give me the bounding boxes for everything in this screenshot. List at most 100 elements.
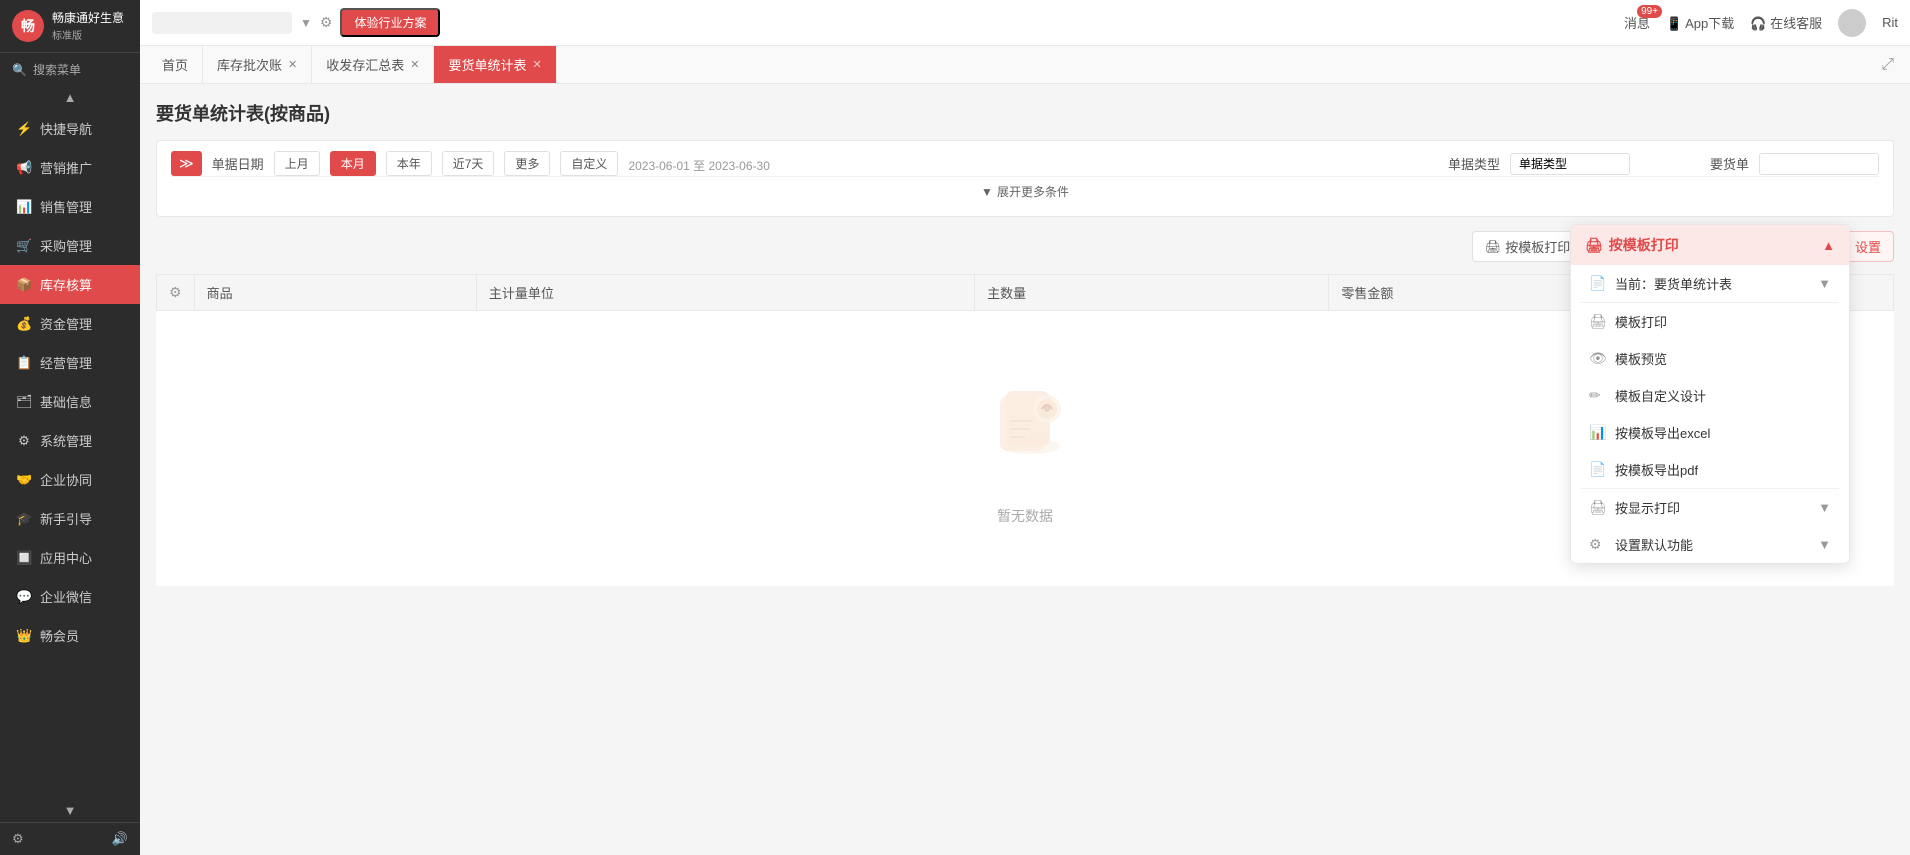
dropdown-item-current[interactable]: 📄 当前：要货单统计表 ▼ [1571, 265, 1849, 302]
tab-resize-btn[interactable]: ⤢ [1873, 52, 1902, 78]
tab-home[interactable]: 首页 [148, 46, 203, 83]
dropdown-title-icon: 🖨 [1585, 237, 1603, 254]
empty-text: 暂无数据 [997, 506, 1053, 526]
scroll-down-btn[interactable]: ▼ [0, 799, 140, 822]
dropdown-item-template-print[interactable]: 🖨 模板打印 [1571, 303, 1849, 340]
topbar-chevron-icon[interactable]: ▼ [300, 16, 312, 30]
tab-demand-stats-close[interactable]: ✕ [533, 58, 542, 71]
sidebar-item-label: 系统管理 [40, 431, 92, 450]
sidebar-item-newbie[interactable]: 🎓 新手引导 [0, 499, 140, 538]
page-title: 要货单统计表(按商品) [156, 100, 1894, 126]
sidebar-item-operations[interactable]: 📋 经营管理 [0, 343, 140, 382]
settings-footer-icon[interactable]: ⚙ [12, 831, 24, 847]
dropdown-item-template-design-label: 模板自定义设计 [1615, 386, 1706, 405]
weixin-icon: 💬 [16, 589, 32, 605]
sidebar-item-weixin[interactable]: 💬 企业微信 [0, 577, 140, 616]
dropdown-close-arrow[interactable]: ▲ [1822, 238, 1835, 253]
sidebar: 畅 畅康通好生意 标准版 🔍 搜索菜单 ▲ ⚡ 快捷导航 📢 营销推广 📊 销售… [0, 0, 140, 855]
dropdown-item-template-preview[interactable]: 👁 模板预览 [1571, 340, 1849, 377]
template-preview-icon: 👁 [1589, 350, 1605, 367]
sidebar-item-quick-nav[interactable]: ⚡ 快捷导航 [0, 109, 140, 148]
sidebar-item-label: 应用中心 [40, 548, 92, 567]
template-design-icon: ✏ [1589, 387, 1605, 404]
dropdown-item-template-design[interactable]: ✏ 模板自定义设计 [1571, 377, 1849, 414]
search-icon: 🔍 [12, 63, 27, 77]
dropdown-item-set-default[interactable]: ⚙ 设置默认功能 ▼ [1571, 526, 1849, 563]
export-pdf-icon: 📄 [1589, 461, 1605, 478]
marketing-icon: 📢 [16, 160, 32, 176]
online-service-btn[interactable]: 🎧 在线客服 [1750, 13, 1822, 32]
username-label: Rit [1882, 15, 1898, 30]
sidebar-item-label: 采购管理 [40, 236, 92, 255]
tab-inventory-batch[interactable]: 库存批次账 ✕ [203, 46, 312, 83]
dropdown-item-current-label: 当前：要货单统计表 [1615, 274, 1732, 293]
tab-demand-stats[interactable]: 要货单统计表 ✕ [434, 46, 556, 83]
app-download-btn[interactable]: 📱 App下载 [1666, 13, 1734, 32]
type-filter-select[interactable]: 单据类型 [1510, 153, 1630, 175]
display-print-expand-icon[interactable]: ▼ [1818, 500, 1831, 515]
sidebar-item-label: 资金管理 [40, 314, 92, 333]
inventory-icon: 📦 [16, 277, 32, 293]
tab-inventory-batch-label: 库存批次账 [217, 55, 282, 74]
tab-home-label: 首页 [162, 55, 188, 74]
tab-demand-stats-label: 要货单统计表 [448, 55, 526, 74]
sidebar-item-label: 新手引导 [40, 509, 92, 528]
demand-type-select[interactable] [1759, 153, 1879, 175]
tab-collection-summary-close[interactable]: ✕ [410, 58, 419, 71]
date-btn-more[interactable]: 更多 [504, 151, 550, 176]
dropdown-item-export-excel-label: 按模板导出excel [1615, 423, 1710, 442]
sidebar-item-basic[interactable]: 🗂 基础信息 [0, 382, 140, 421]
sidebar-item-label: 快捷导航 [40, 119, 92, 138]
tab-inventory-batch-close[interactable]: ✕ [288, 58, 297, 71]
sidebar-search[interactable]: 🔍 搜索菜单 [0, 53, 140, 86]
dropdown-item-export-pdf-label: 按模板导出pdf [1615, 460, 1698, 479]
table-header-unit: 主计量单位 [476, 275, 974, 311]
sidebar-logo: 畅 畅康通好生意 标准版 [0, 0, 140, 53]
main-content: ▼ ⚙ 体验行业方案 消息 99+ 📱 App下载 🎧 在线客服 Rit 首页 … [140, 0, 1910, 855]
date-btn-current-year[interactable]: 本年 [386, 151, 432, 176]
topbar-search-input[interactable] [152, 12, 292, 34]
dropdown-item-display-print-label: 按显示打印 [1615, 498, 1680, 517]
filter-expand-row[interactable]: ▼ 展开更多条件 [171, 176, 1879, 206]
sidebar-item-finance[interactable]: 💰 资金管理 [0, 304, 140, 343]
scroll-up-btn[interactable]: ▲ [0, 86, 140, 109]
dropdown-item-export-pdf[interactable]: 📄 按模板导出pdf [1571, 451, 1849, 488]
sidebar-item-marketing[interactable]: 📢 营销推广 [0, 148, 140, 187]
filter-row-main: ≫ 单据日期 上月 本月 本年 近7天 更多 自定义 2023-06-01 至 … [171, 151, 1879, 176]
speaker-footer-icon[interactable]: 🔊 [112, 831, 128, 847]
table-settings-header: ⚙ [157, 275, 195, 311]
tab-collection-summary[interactable]: 收发存汇总表 ✕ [312, 46, 434, 83]
logo-title: 畅康通好生意 [52, 10, 124, 27]
sidebar-item-apps[interactable]: 🔲 应用中心 [0, 538, 140, 577]
dropdown-title-text: 按模板打印 [1609, 235, 1679, 255]
member-icon: 👑 [16, 628, 32, 644]
date-btn-current-month[interactable]: 本月 [330, 151, 376, 176]
sidebar-item-member[interactable]: 👑 畅会员 [0, 616, 140, 655]
date-btn-last-7[interactable]: 近7天 [442, 151, 495, 176]
sidebar-item-sales[interactable]: 📊 销售管理 [0, 187, 140, 226]
tab-collection-summary-label: 收发存汇总表 [326, 55, 404, 74]
expand-label: 展开更多条件 [997, 183, 1069, 200]
user-avatar[interactable] [1838, 9, 1866, 37]
sidebar-item-purchase[interactable]: 🛒 采购管理 [0, 226, 140, 265]
topbar-gear-icon[interactable]: ⚙ [320, 14, 333, 31]
quick-nav-icon: ⚡ [16, 121, 32, 137]
current-expand-icon[interactable]: ▼ [1818, 276, 1831, 291]
sidebar-item-label: 基础信息 [40, 392, 92, 411]
newbie-icon: 🎓 [16, 511, 32, 527]
dropdown-item-template-print-label: 模板打印 [1615, 312, 1667, 331]
sidebar-item-collab[interactable]: 🤝 企业协同 [0, 460, 140, 499]
dropdown-item-display-print[interactable]: 🖨 按显示打印 ▼ [1571, 489, 1849, 526]
sidebar-item-system[interactable]: ⚙ 系统管理 [0, 421, 140, 460]
set-default-expand-icon[interactable]: ▼ [1818, 537, 1831, 552]
dropdown-item-export-excel[interactable]: 📊 按模板导出excel [1571, 414, 1849, 451]
message-btn[interactable]: 消息 99+ [1624, 13, 1650, 32]
table-settings-icon[interactable]: ⚙ [169, 284, 182, 300]
promo-button[interactable]: 体验行业方案 [340, 8, 440, 37]
purchase-icon: 🛒 [16, 238, 32, 254]
date-btn-last-month[interactable]: 上月 [274, 151, 320, 176]
sidebar-item-inventory[interactable]: 📦 库存核算 [0, 265, 140, 304]
filter-expand-toggle[interactable]: ≫ [171, 151, 202, 176]
expand-icon: ▼ [981, 185, 993, 199]
date-btn-custom[interactable]: 自定义 [560, 151, 618, 176]
